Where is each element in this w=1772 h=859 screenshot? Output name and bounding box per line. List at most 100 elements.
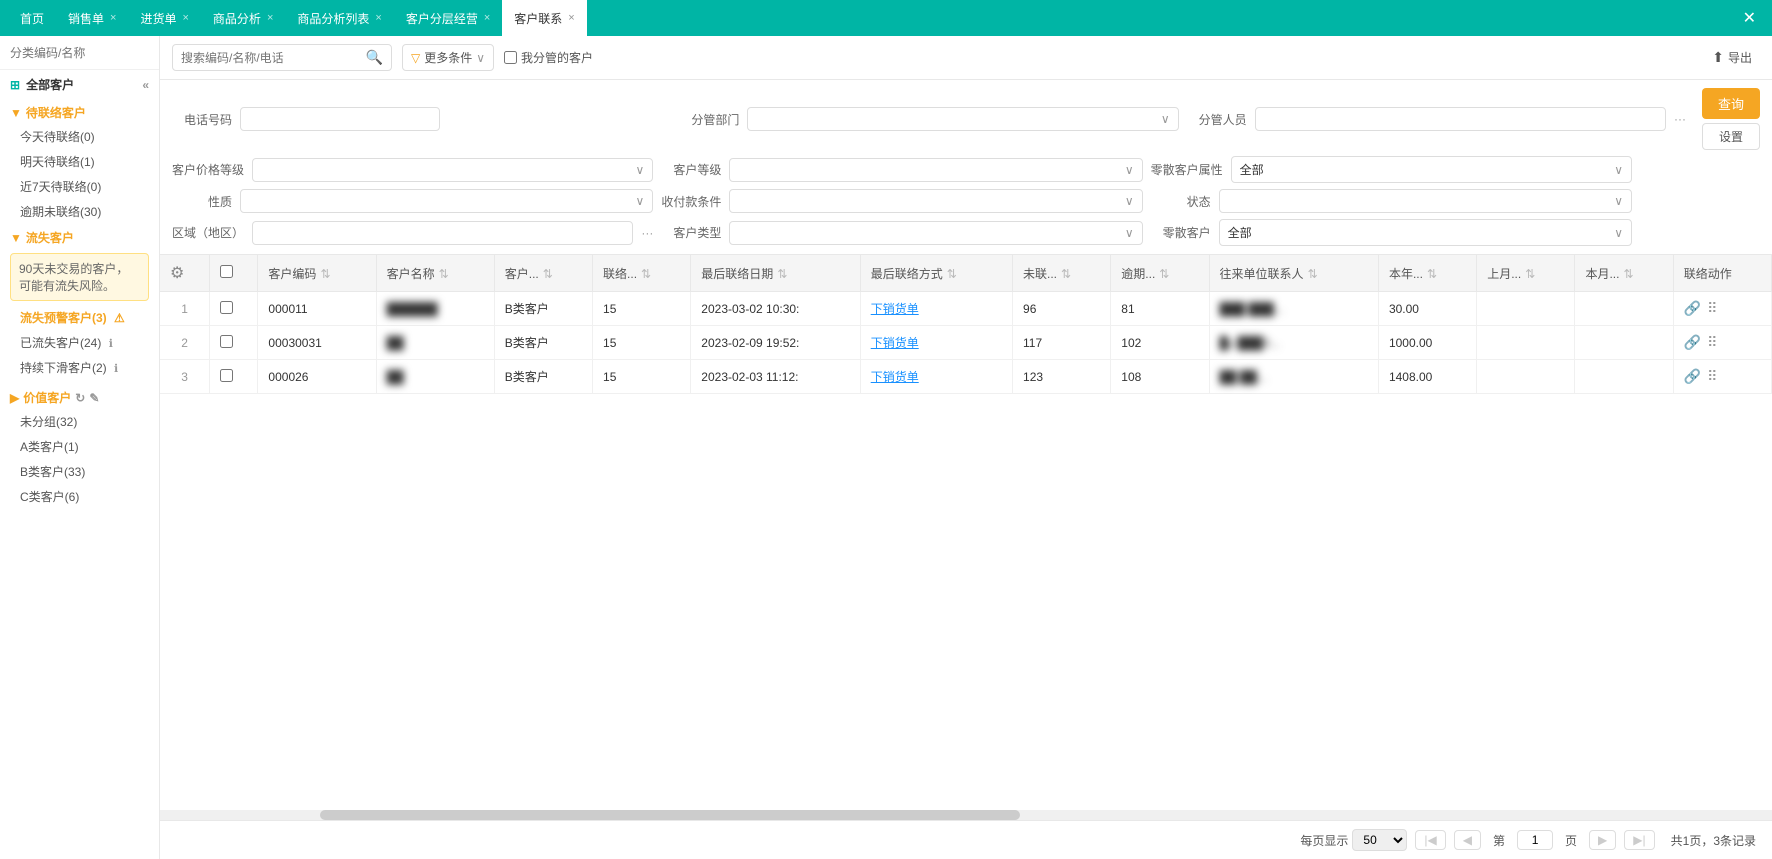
table-body: 1 000011 ██████ B类客户 15 2023-03-02 10:30… (160, 292, 1772, 394)
action-link-icon-0[interactable]: 🔗 (1684, 300, 1701, 317)
scrollbar-thumb[interactable] (320, 810, 1020, 820)
sidebar-item-c-class[interactable]: C类客户(6) (0, 484, 159, 509)
nav-sales[interactable]: 销售单 × (56, 0, 128, 36)
row-select-0[interactable] (220, 301, 233, 314)
sort-icon-type[interactable]: ⇅ (543, 267, 553, 281)
top-nav: 首页 销售单 × 进货单 × 商品分析 × 商品分析列表 × 客户分层经营 × … (0, 0, 1772, 36)
sidebar-item-today-contact[interactable]: 今天待联络(0) (0, 124, 159, 149)
sort-icon-last-date[interactable]: ⇅ (777, 267, 787, 281)
scattered-attr-label: 零散客户属性 (1151, 161, 1223, 178)
sort-icon-overdue[interactable]: ⇅ (1159, 267, 1169, 281)
prev-page-btn[interactable]: ◀ (1454, 830, 1481, 850)
nature-select[interactable]: ∨ (240, 189, 653, 213)
action-link-icon-1[interactable]: 🔗 (1684, 334, 1701, 351)
close-customer-contact-tab[interactable]: × (568, 12, 574, 24)
nav-customer-contact[interactable]: 客户联系 × (502, 0, 586, 36)
main-search-icon[interactable]: 🔍 (366, 49, 383, 66)
sidebar-item-7days-contact[interactable]: 近7天待联络(0) (0, 174, 159, 199)
select-all-checkbox[interactable] (220, 265, 233, 278)
row-num-1: 2 (160, 326, 210, 360)
filter-nature: 性质 ∨ (172, 189, 653, 213)
horizontal-scrollbar[interactable] (160, 810, 1772, 820)
row-unit-contact-2: ██ ██... (1209, 360, 1378, 394)
page-input[interactable] (1517, 830, 1553, 850)
sidebar-item-already-lost[interactable]: 已流失客户(24) ℹ (0, 330, 159, 355)
export-btn[interactable]: ⬆ 导出 (1704, 45, 1760, 70)
settings-icon[interactable]: ⚙ (170, 265, 184, 282)
nav-purchase[interactable]: 进货单 × (128, 0, 200, 36)
filter-dept: 分管部门 ∨ (679, 107, 1178, 131)
my-customers-checkbox[interactable] (504, 51, 517, 64)
window-close-button[interactable]: ✕ (1735, 8, 1764, 28)
action-link-icon-2[interactable]: 🔗 (1684, 368, 1701, 385)
phone-input[interactable] (240, 107, 440, 131)
action-more-icon-1[interactable]: ⠿ (1707, 334, 1717, 351)
row-select-1[interactable] (220, 335, 233, 348)
sidebar-item-tomorrow-contact[interactable]: 明天待联络(1) (0, 149, 159, 174)
group-lost-customers[interactable]: ▼ 流失客户 (0, 224, 159, 249)
close-purchase-tab[interactable]: × (182, 12, 188, 24)
sort-icon-this-month[interactable]: ⇅ (1623, 267, 1633, 281)
close-customer-segment-tab[interactable]: × (484, 12, 490, 24)
region-more-icon[interactable]: ··· (641, 226, 653, 240)
nav-home[interactable]: 首页 (8, 0, 56, 36)
main-search-input[interactable] (181, 51, 366, 65)
sort-icon-unit-contact[interactable]: ⇅ (1308, 267, 1318, 281)
all-customers-header[interactable]: ⊞ 全部客户 « (0, 70, 159, 99)
row-unit-contact-0: ███ ███... (1209, 292, 1378, 326)
close-sales-tab[interactable]: × (110, 12, 116, 24)
close-product-analysis-tab[interactable]: × (267, 12, 273, 24)
manager-input[interactable] (1255, 107, 1666, 131)
edit-icon[interactable]: ✎ (89, 391, 99, 405)
group-value-customers[interactable]: ▶ 价值客户 ↻ ✎ (0, 384, 159, 409)
next-page-btn[interactable]: ▶ (1589, 830, 1616, 850)
nav-product-analysis-list[interactable]: 商品分析列表 × (285, 0, 393, 36)
col-header-overdue: 逾期...⇅ (1111, 255, 1209, 292)
sidebar-item-b-class[interactable]: B类客户(33) (0, 459, 159, 484)
sort-icon-uncontact[interactable]: ⇅ (1061, 267, 1071, 281)
action-more-icon-2[interactable]: ⠿ (1707, 368, 1717, 385)
price-level-select[interactable]: ∨ (252, 158, 653, 182)
sidebar-search-input[interactable] (10, 46, 160, 60)
group-pending-contact[interactable]: ▼ 待联络客户 (0, 99, 159, 124)
sidebar-item-a-class[interactable]: A类客户(1) (0, 434, 159, 459)
nav-product-analysis[interactable]: 商品分析 × (201, 0, 285, 36)
sidebar-item-declining[interactable]: 持续下滑客户(2) ℹ (0, 355, 159, 380)
scattered-select[interactable]: 全部 ∨ (1219, 219, 1632, 246)
nav-customer-segment[interactable]: 客户分层经营 × (394, 0, 502, 36)
table-row: 1 000011 ██████ B类客户 15 2023-03-02 10:30… (160, 292, 1772, 326)
status-select[interactable]: ∨ (1219, 189, 1632, 213)
sidebar-item-overdue-contact[interactable]: 逾期未联络(30) (0, 199, 159, 224)
sort-icon-name[interactable]: ⇅ (439, 267, 449, 281)
customer-type-select[interactable]: ∨ (729, 221, 1142, 245)
sidebar-item-ungrouped[interactable]: 未分组(32) (0, 409, 159, 434)
scattered-attr-select[interactable]: 全部 ∨ (1231, 156, 1632, 183)
row-select-2[interactable] (220, 369, 233, 382)
manager-more-icon[interactable]: ··· (1674, 112, 1686, 126)
row-this-month-2 (1575, 360, 1673, 394)
dept-select[interactable]: ∨ (747, 107, 1178, 131)
region-label: 区域（地区） (172, 224, 244, 241)
col-header-uncontact: 未联...⇅ (1013, 255, 1111, 292)
sort-icon-contact[interactable]: ⇅ (641, 267, 651, 281)
setting-button[interactable]: 设置 (1702, 123, 1760, 150)
query-button[interactable]: 查询 (1702, 88, 1760, 119)
per-page-select[interactable]: 50 20 100 (1352, 829, 1407, 851)
page-unit: 页 (1565, 832, 1577, 849)
sort-icon-code[interactable]: ⇅ (320, 267, 330, 281)
sidebar-item-lost-warning[interactable]: 流失预警客户(3) ⚠ (0, 305, 159, 330)
first-page-btn[interactable]: |◀ (1415, 830, 1445, 850)
page-label: 第 (1493, 832, 1505, 849)
sort-icon-last-month[interactable]: ⇅ (1525, 267, 1535, 281)
action-more-icon-0[interactable]: ⠿ (1707, 300, 1717, 317)
sort-icon-this-year[interactable]: ⇅ (1427, 267, 1437, 281)
refresh-icon[interactable]: ↻ (75, 391, 85, 405)
payment-select[interactable]: ∨ (729, 189, 1142, 213)
last-page-btn[interactable]: ▶| (1624, 830, 1654, 850)
close-product-analysis-list-tab[interactable]: × (375, 12, 381, 24)
sort-icon-last-method[interactable]: ⇅ (947, 267, 957, 281)
more-conditions-btn[interactable]: ▽ 更多条件 ∨ (402, 44, 494, 71)
info-icon2: ℹ (114, 363, 118, 375)
region-input[interactable] (252, 221, 633, 245)
customer-level-select[interactable]: ∨ (729, 158, 1142, 182)
